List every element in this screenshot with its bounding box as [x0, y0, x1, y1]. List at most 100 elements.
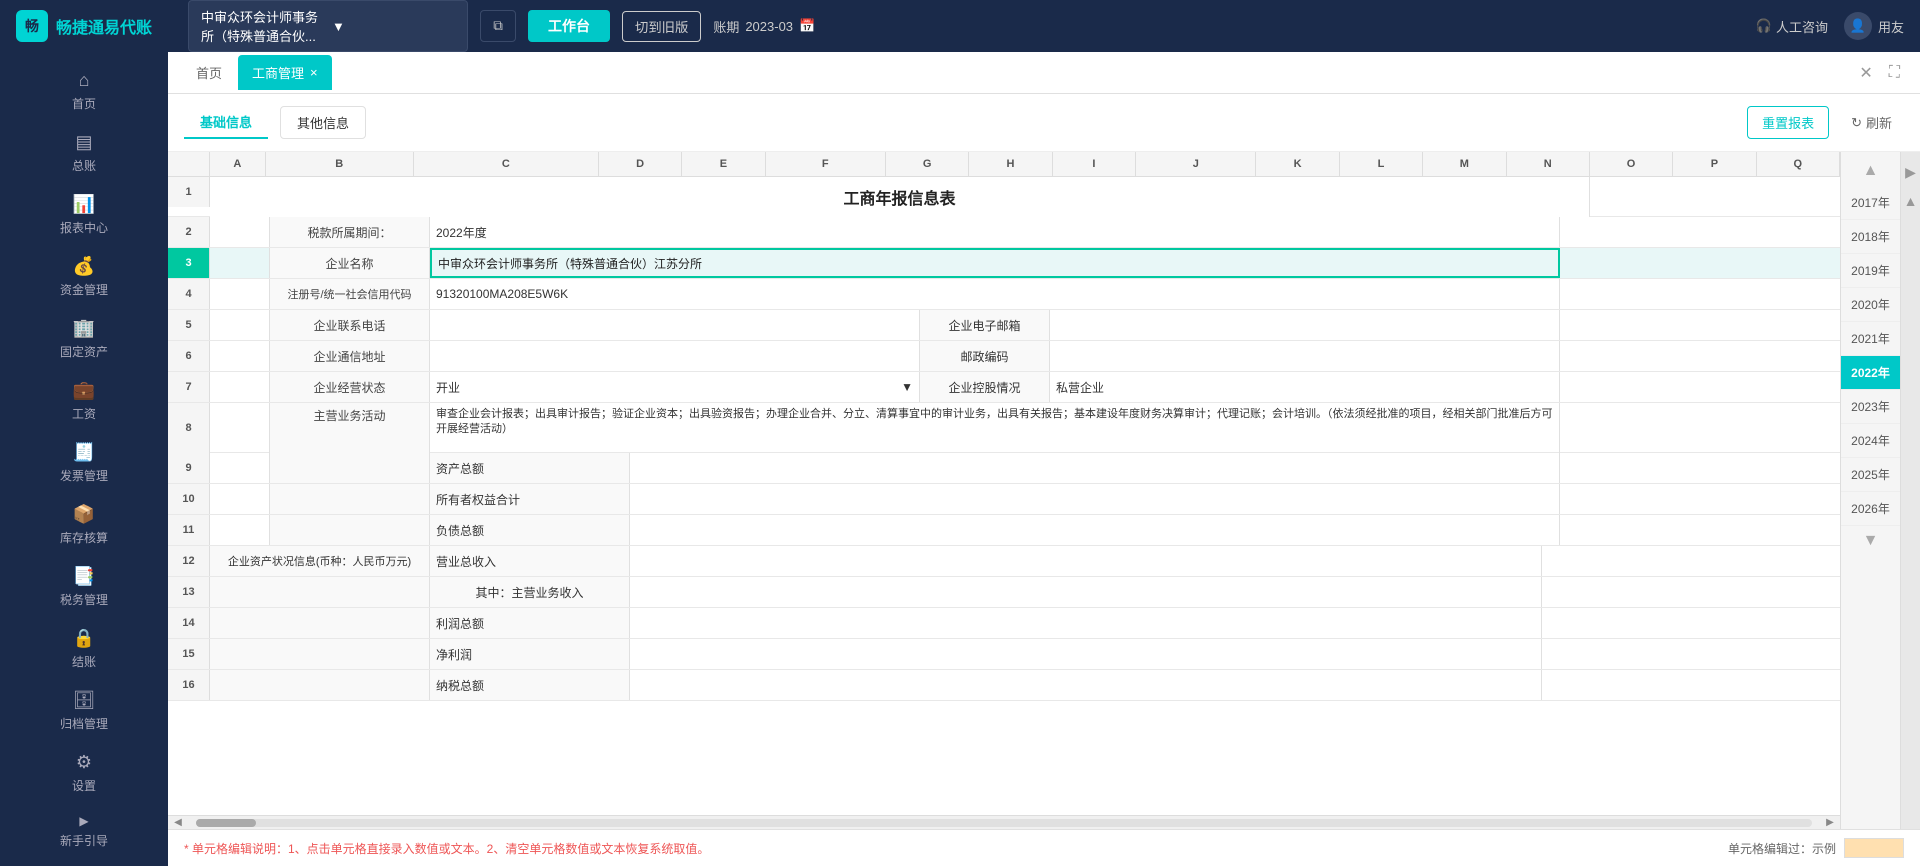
sidebar-item-asset[interactable]: 🏢 固定资产 — [0, 308, 168, 370]
settings-icon: ⚙ — [76, 752, 92, 773]
new-guide-button[interactable]: ▶ 新手引导 — [0, 804, 168, 859]
cell-8A[interactable] — [210, 403, 270, 453]
sidebar-item-fund[interactable]: 💰 资金管理 — [0, 246, 168, 308]
cell-6A[interactable] — [210, 341, 270, 371]
workbench-button[interactable]: 工作台 — [528, 10, 610, 42]
cell-7C[interactable]: 开业 ▼ — [430, 372, 920, 402]
horizontal-scrollbar[interactable]: ◀ ▶ — [168, 815, 1840, 829]
sidebar-item-invoice[interactable]: 🧾 发票管理 — [0, 432, 168, 494]
sidebar-item-inventory[interactable]: 📦 库存核算 — [0, 494, 168, 556]
tab-home[interactable]: 首页 — [184, 55, 234, 90]
row-num-1: 1 — [168, 177, 210, 207]
sidebar-item-archive[interactable]: 🗄 归档管理 — [0, 680, 168, 742]
year-2021[interactable]: 2021年 — [1841, 322, 1900, 356]
year-2025[interactable]: 2025年 — [1841, 458, 1900, 492]
cell-6K[interactable] — [1050, 341, 1560, 371]
year-2017[interactable]: 2017年 — [1841, 186, 1900, 220]
cell-11val[interactable] — [630, 515, 1560, 545]
headset-icon: 🎧 — [1756, 18, 1772, 34]
cell-5C[interactable] — [430, 310, 920, 340]
cell-10val[interactable] — [630, 484, 1560, 514]
dropdown-icon[interactable]: ▼ — [901, 380, 913, 394]
close-window-button[interactable]: ✕ — [1855, 59, 1876, 87]
sidebar-item-tax[interactable]: 📑 税务管理 — [0, 556, 168, 618]
cell-title[interactable]: 工商年报信息表 — [210, 177, 1590, 217]
year-2026[interactable]: 2026年 — [1841, 492, 1900, 526]
sidebar-label-close: 结账 — [72, 653, 96, 670]
cell-3A[interactable] — [210, 248, 270, 278]
old-version-button[interactable]: 切到旧版 — [622, 11, 701, 42]
cell-13val[interactable] — [630, 577, 1542, 607]
cell-15val[interactable] — [630, 639, 1542, 669]
tab-other-info[interactable]: 其他信息 — [280, 106, 366, 139]
row-num-10: 10 — [168, 484, 210, 514]
right-collapse-panel[interactable]: ▶ ▲ — [1900, 152, 1920, 829]
cell-9A[interactable] — [210, 453, 270, 483]
cell-12val[interactable] — [630, 546, 1542, 576]
reset-report-button[interactable]: 重置报表 — [1747, 106, 1829, 139]
company-selector[interactable]: 中审众环会计师事务所（特殊普通合伙... ▼ — [188, 0, 468, 52]
invoice-icon: 🧾 — [73, 442, 95, 463]
cell-11B — [270, 515, 430, 545]
cell-2C[interactable]: 2022年度 — [430, 217, 1560, 247]
table-row: 9 资产总额 — [168, 453, 1840, 484]
sidebar-item-close[interactable]: 🔒 结账 — [0, 618, 168, 680]
cell-2A[interactable] — [210, 217, 270, 247]
cell-16group — [210, 670, 430, 700]
year-2019[interactable]: 2019年 — [1841, 254, 1900, 288]
cell-16val[interactable] — [630, 670, 1542, 700]
cell-11A[interactable] — [210, 515, 270, 545]
example-label: 单元格编辑过：示例 — [1728, 840, 1836, 857]
collapse-right-icon[interactable]: ▶ — [1901, 160, 1920, 185]
maximize-window-button[interactable]: ⛶ — [1885, 59, 1904, 87]
expand-up-icon[interactable]: ▲ — [1900, 189, 1920, 213]
sidebar-item-salary[interactable]: 💼 工资 — [0, 370, 168, 432]
spreadsheet-main: A B C D E F G H I J K L M N O — [168, 152, 1840, 829]
cell-8C[interactable]: 审查企业会计报表；出具审计报告；验证企业资本；出具验资报告；办理企业合并、分立、… — [430, 403, 1560, 453]
cell-3C[interactable]: 中审众环会计师事务所（特殊普通合伙）江苏分所 — [430, 248, 1560, 278]
cell-10A[interactable] — [210, 484, 270, 514]
scroll-thumb[interactable] — [196, 819, 256, 827]
year-down-arrow[interactable]: ▼ — [1841, 526, 1900, 556]
year-2023[interactable]: 2023年 — [1841, 390, 1900, 424]
sidebar-item-home[interactable]: ⌂ 首页 — [0, 60, 168, 122]
scroll-left-arrow[interactable]: ◀ — [168, 817, 188, 828]
row-num-11: 11 — [168, 515, 210, 545]
cancel-pin-button[interactable]: ◀◀ 取消固定 — [0, 859, 168, 866]
cell-9val[interactable] — [630, 453, 1560, 483]
sidebar-item-ledger[interactable]: ▤ 总账 — [0, 122, 168, 184]
copy-button[interactable]: ⧉ — [480, 10, 516, 42]
table-row: 14 利润总额 — [168, 608, 1840, 639]
calendar-icon[interactable]: 📅 — [799, 18, 815, 34]
year-up-arrow[interactable]: ▲ — [1841, 156, 1900, 186]
sidebar-label-report: 报表中心 — [60, 219, 108, 236]
example-cell — [1844, 838, 1904, 858]
tab-gongshang[interactable]: 工商管理 × — [238, 55, 332, 90]
year-2024[interactable]: 2024年 — [1841, 424, 1900, 458]
sidebar-item-report[interactable]: 📊 报表中心 — [0, 184, 168, 246]
year-2018[interactable]: 2018年 — [1841, 220, 1900, 254]
cell-6C[interactable] — [430, 341, 920, 371]
toolbar-right: 重置报表 ↻ 刷新 — [1747, 106, 1904, 139]
cell-7K[interactable]: 私营企业 — [1050, 372, 1560, 402]
scroll-track[interactable] — [196, 819, 1812, 827]
user-menu[interactable]: 👤 用友 — [1844, 12, 1904, 40]
sidebar-item-settings[interactable]: ⚙ 设置 — [0, 742, 168, 804]
year-2022[interactable]: 2022年 — [1841, 356, 1900, 390]
cell-4C[interactable]: 91320100MA208E5W6K — [430, 279, 1560, 309]
scroll-right-arrow[interactable]: ▶ — [1820, 817, 1840, 828]
cell-4A[interactable] — [210, 279, 270, 309]
cell-5A[interactable] — [210, 310, 270, 340]
service-button[interactable]: 🎧 人工咨询 — [1756, 17, 1828, 36]
cell-5K[interactable] — [1050, 310, 1560, 340]
refresh-button[interactable]: ↻ 刷新 — [1839, 107, 1904, 138]
close-book-icon: 🔒 — [73, 628, 95, 649]
table-row: 11 负债总额 — [168, 515, 1840, 546]
tab-close-icon[interactable]: × — [310, 65, 318, 80]
cell-14val[interactable] — [630, 608, 1542, 638]
topbar-right: 🎧 人工咨询 👤 用友 — [1756, 12, 1904, 40]
refresh-icon: ↻ — [1851, 115, 1862, 131]
cell-7A[interactable] — [210, 372, 270, 402]
year-2020[interactable]: 2020年 — [1841, 288, 1900, 322]
tab-basic-info[interactable]: 基础信息 — [184, 106, 268, 139]
